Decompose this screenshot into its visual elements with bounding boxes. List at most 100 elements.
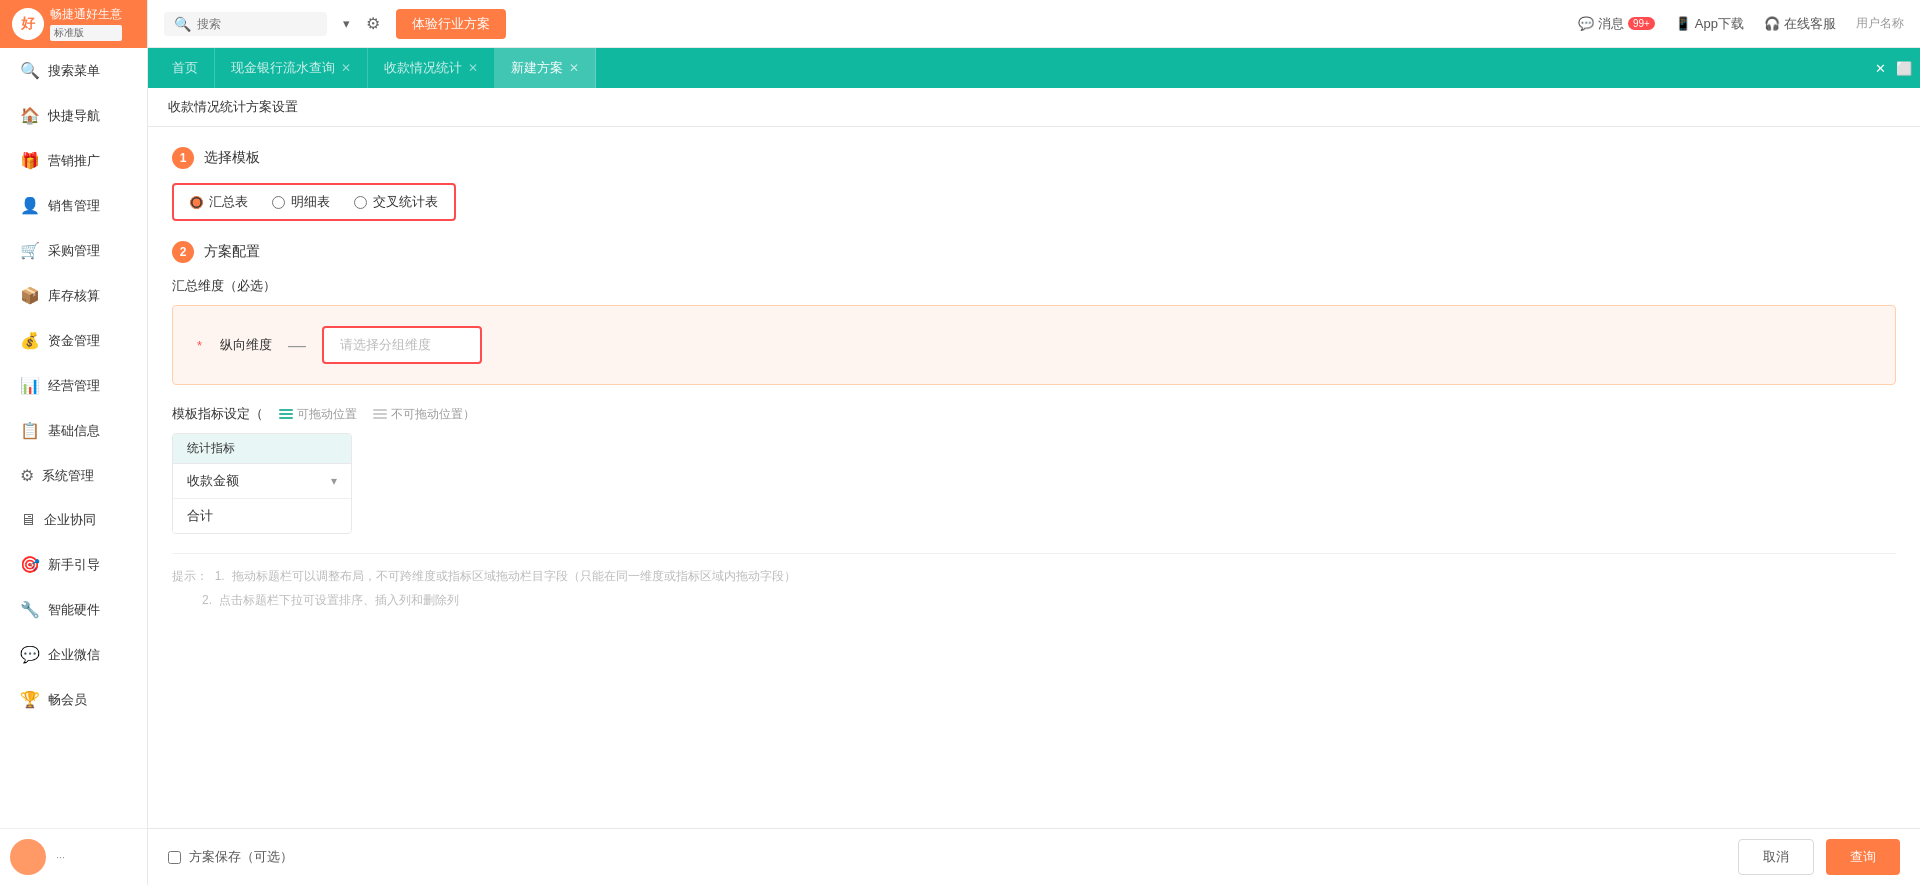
clipboard-icon: 📋	[20, 421, 40, 440]
message-icon: 💬	[1578, 16, 1594, 31]
required-mark: *	[197, 338, 202, 353]
sidebar-item-sales[interactable]: 👤 销售管理	[0, 183, 147, 228]
save-checkbox[interactable]	[168, 851, 181, 864]
search-icon: 🔍	[20, 61, 40, 80]
tab-receipt-stats-close-icon[interactable]: ✕	[468, 61, 478, 75]
sidebar-item-basic-info[interactable]: 📋 基础信息	[0, 408, 147, 453]
industry-button[interactable]: 体验行业方案	[396, 9, 506, 39]
app-download-button[interactable]: 📱 App下载	[1675, 15, 1744, 33]
dimension-area: * 纵向维度 — 请选择分组维度	[172, 305, 1896, 385]
trophy-icon: 🏆	[20, 690, 40, 709]
page-title: 收款情况统计方案设置	[168, 99, 298, 114]
dropdown-icon[interactable]: ▾	[331, 474, 337, 488]
metrics-table: 统计指标 收款金额 ▾ 合计	[172, 433, 352, 534]
support-button[interactable]: 🎧 在线客服	[1764, 15, 1836, 33]
radio-cross[interactable]: 交叉统计表	[354, 193, 438, 211]
sidebar-item-marketing[interactable]: 🎁 营销推广	[0, 138, 147, 183]
sidebar-item-search-menu[interactable]: 🔍 搜索菜单	[0, 48, 147, 93]
sidebar-item-member[interactable]: 🏆 畅会员	[0, 677, 147, 722]
user-profile[interactable]: 用户名称	[1856, 15, 1904, 32]
tab-bank-close-icon[interactable]: ✕	[341, 61, 351, 75]
header-search-box[interactable]: 🔍	[164, 12, 327, 36]
dropdown-arrow-icon[interactable]: ▾	[343, 16, 350, 31]
tab-bank[interactable]: 现金银行流水查询 ✕	[215, 48, 368, 88]
sidebar-item-label: 经营管理	[48, 377, 100, 395]
search-input[interactable]	[197, 17, 317, 31]
avatar	[10, 839, 46, 875]
sidebar-item-wechat[interactable]: 💬 企业微信	[0, 632, 147, 677]
step2-label: 方案配置	[204, 243, 260, 261]
radio-detail-input[interactable]	[272, 196, 285, 209]
radio-detail-label: 明细表	[291, 193, 330, 211]
metrics-setting-header: 模板指标设定（ 可拖动位置	[172, 405, 1896, 423]
tab-receipt-stats[interactable]: 收款情况统计 ✕	[368, 48, 495, 88]
sidebar-item-label: 快捷导航	[48, 107, 100, 125]
sidebar-item-purchase[interactable]: 🛒 采购管理	[0, 228, 147, 273]
footer-right: 取消 查询	[1738, 839, 1900, 875]
download-icon: 📱	[1675, 16, 1691, 31]
sidebar-item-enterprise[interactable]: 🖥 企业协同	[0, 498, 147, 542]
radio-summary[interactable]: 汇总表	[190, 193, 248, 211]
main-area: 🔍 ▾ ⚙ 体验行业方案 💬 消息 99+ 📱 App下载 🎧 在线客服 用户名…	[148, 0, 1920, 885]
tab-bank-label: 现金银行流水查询	[231, 59, 335, 77]
sidebar-item-operations[interactable]: 📊 经营管理	[0, 363, 147, 408]
cancel-button[interactable]: 取消	[1738, 839, 1814, 875]
sidebar-item-system[interactable]: ⚙ 系统管理	[0, 453, 147, 498]
tab-new-plan[interactable]: 新建方案 ✕	[495, 48, 596, 88]
sidebar-item-inventory[interactable]: 📦 库存核算	[0, 273, 147, 318]
hardware-icon: 🔧	[20, 600, 40, 619]
row-label-amount: 收款金额	[187, 472, 239, 490]
sidebar-item-label: 销售管理	[48, 197, 100, 215]
sidebar: 好 畅捷通好生意 标准版 🔍 搜索菜单 🏠 快捷导航 🎁 营销推广 👤 销售管理…	[0, 0, 148, 885]
metrics-title: 模板指标设定（	[172, 405, 263, 423]
step2-section: 2 方案配置 汇总维度（必选） * 纵向维度 — 请选择分组维度	[172, 241, 1896, 622]
support-label: 在线客服	[1784, 15, 1836, 33]
radio-cross-input[interactable]	[354, 196, 367, 209]
target-icon: 🎯	[20, 555, 40, 574]
metrics-section: 模板指标设定（ 可拖动位置	[172, 405, 1896, 537]
cart-icon: 🛒	[20, 241, 40, 260]
sidebar-user: ···	[56, 839, 65, 875]
sidebar-item-guide[interactable]: 🎯 新手引导	[0, 542, 147, 587]
sidebar-item-finance[interactable]: 💰 资金管理	[0, 318, 147, 363]
content-area: 收款情况统计方案设置 1 选择模板 汇总表 明细表	[148, 88, 1920, 885]
hint-line-1: 提示： 1. 拖动标题栏可以调整布局，不可跨维度或指标区域拖动栏目字段（只能在同…	[172, 564, 1896, 588]
gift-icon: 🎁	[20, 151, 40, 170]
sidebar-item-label: 营销推广	[48, 152, 100, 170]
page-title-bar: 收款情况统计方案设置	[148, 88, 1920, 127]
tab-receipt-stats-label: 收款情况统计	[384, 59, 462, 77]
hint-content-1: 拖动标题栏可以调整布局，不可跨维度或指标区域拖动栏目字段（只能在同一维度或指标区…	[232, 569, 796, 583]
step1-section: 1 选择模板 汇总表 明细表 交叉统计表	[172, 147, 1896, 221]
table-row: 收款金额 ▾	[173, 464, 351, 499]
sidebar-item-label: 智能硬件	[48, 601, 100, 619]
sidebar-logo: 好 畅捷通好生意 标准版	[0, 0, 147, 48]
query-button[interactable]: 查询	[1826, 839, 1900, 875]
close-window-icon[interactable]: ✕	[1875, 61, 1886, 76]
dimension-section-title: 汇总维度（必选）	[172, 277, 1896, 295]
sidebar-item-label: 库存核算	[48, 287, 100, 305]
message-button[interactable]: 💬 消息 99+	[1578, 15, 1655, 33]
gear-settings-icon[interactable]: ⚙	[366, 14, 380, 33]
save-label: 方案保存（可选）	[189, 848, 293, 866]
radio-summary-input[interactable]	[190, 196, 203, 209]
non-draggable-label: 不可拖动位置）	[391, 406, 475, 423]
radio-summary-label: 汇总表	[209, 193, 248, 211]
tabs-window-controls: ✕ ⬜	[1875, 61, 1912, 76]
draggable-indicator: 可拖动位置	[279, 406, 357, 423]
box-icon: 📦	[20, 286, 40, 305]
header-right: 💬 消息 99+ 📱 App下载 🎧 在线客服 用户名称	[1578, 15, 1904, 33]
tab-home[interactable]: 首页	[156, 48, 215, 88]
drag-handle-grey-icon	[373, 409, 387, 419]
tab-new-plan-close-icon[interactable]: ✕	[569, 61, 579, 75]
gear-icon: ⚙	[20, 466, 34, 485]
sidebar-item-quick-nav[interactable]: 🏠 快捷导航	[0, 93, 147, 138]
sidebar-item-hardware[interactable]: 🔧 智能硬件	[0, 587, 147, 632]
hint-content-2: 点击标题栏下拉可设置排序、插入列和删除列	[219, 593, 459, 607]
dimension-row-label: 纵向维度	[220, 336, 272, 354]
dimension-select[interactable]: 请选择分组维度	[322, 326, 482, 364]
logo-badge: 标准版	[50, 25, 122, 41]
draggable-label: 可拖动位置	[297, 406, 357, 423]
table-row: 合计	[173, 499, 351, 533]
radio-detail[interactable]: 明细表	[272, 193, 330, 211]
maximize-window-icon[interactable]: ⬜	[1896, 61, 1912, 76]
